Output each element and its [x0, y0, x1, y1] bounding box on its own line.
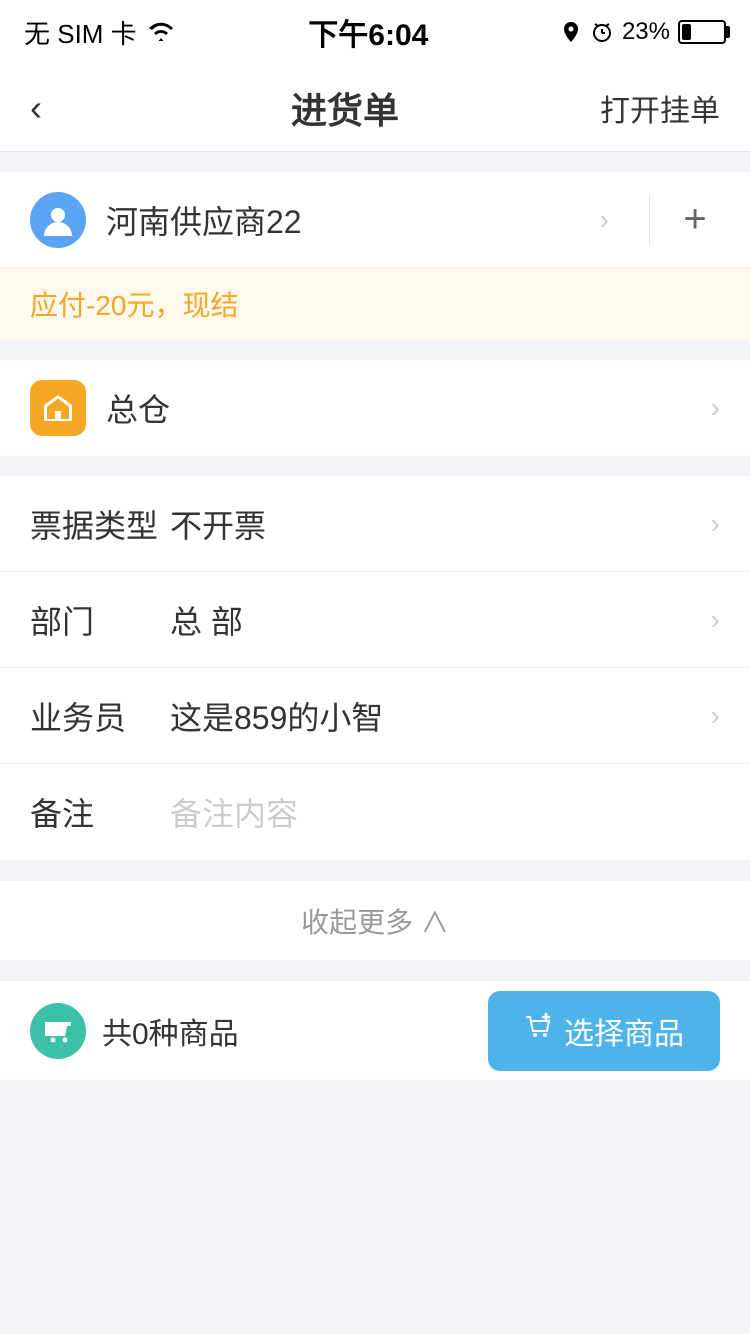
collapse-button[interactable]: 收起更多 ∧	[0, 880, 750, 960]
supplier-chevron: ›	[600, 204, 609, 236]
warehouse-row[interactable]: 总仓 ›	[0, 360, 750, 456]
section-gap-1	[0, 152, 750, 172]
battery-icon	[678, 20, 726, 44]
select-product-label: 选择商品	[564, 1009, 684, 1053]
house-icon	[41, 391, 75, 425]
warehouse-name: 总仓	[106, 385, 711, 431]
notice-text: 应付-20元，现结	[30, 290, 238, 321]
warehouse-chevron: ›	[711, 392, 720, 424]
person-icon	[40, 202, 76, 238]
warehouse-section: 总仓 ›	[0, 360, 750, 456]
open-pending-button[interactable]: 打开挂单	[600, 86, 720, 130]
department-label: 部门	[30, 597, 160, 643]
add-button[interactable]: +	[670, 197, 720, 242]
supplier-row[interactable]: 河南供应商22 › +	[0, 172, 750, 268]
status-time: 下午6:04	[308, 10, 428, 54]
page-content: 河南供应商22 › + 应付-20元，现结 总仓 › 票据类型 不开票 ›	[0, 152, 750, 1314]
supplier-section: 河南供应商22 › + 应付-20元，现结	[0, 172, 750, 340]
salesperson-value: 这是859的小智	[160, 693, 711, 739]
sim-status: 无 SIM 卡	[24, 14, 137, 51]
select-cart-icon	[524, 1012, 554, 1049]
cart-plus-icon	[524, 1012, 554, 1042]
collapse-label: 收起更多 ∧	[301, 901, 449, 941]
status-right: 23%	[560, 18, 726, 46]
back-button[interactable]: ‹	[30, 87, 90, 129]
nav-bar: ‹ 进货单 打开挂单	[0, 64, 750, 152]
location-icon	[560, 20, 582, 44]
status-bar: 无 SIM 卡 下午6:04 23%	[0, 0, 750, 64]
battery-percent: 23%	[622, 18, 670, 46]
remark-label: 备注	[30, 789, 160, 835]
select-product-button[interactable]: 选择商品	[488, 991, 720, 1071]
page-title: 进货单	[291, 82, 399, 134]
department-chevron: ›	[711, 604, 720, 636]
salesperson-label: 业务员	[30, 693, 160, 739]
bottom-bar: 共0种商品 选择商品	[0, 980, 750, 1080]
wifi-icon	[145, 20, 177, 44]
status-left: 无 SIM 卡	[24, 14, 177, 51]
alarm-icon	[590, 20, 614, 44]
warehouse-icon	[30, 380, 86, 436]
cart-icon	[41, 1014, 75, 1048]
invoice-type-row[interactable]: 票据类型 不开票 ›	[0, 476, 750, 572]
divider	[649, 195, 650, 245]
remark-row[interactable]: 备注 备注内容	[0, 764, 750, 860]
product-icon	[30, 1003, 86, 1059]
salesperson-row[interactable]: 业务员 这是859的小智 ›	[0, 668, 750, 764]
supplier-name: 河南供应商22	[106, 197, 600, 243]
remark-value[interactable]: 备注内容	[160, 789, 720, 835]
form-section: 票据类型 不开票 › 部门 总 部 › 业务员 这是859的小智 › 备注 备注…	[0, 476, 750, 860]
invoice-type-chevron: ›	[711, 508, 720, 540]
salesperson-chevron: ›	[711, 700, 720, 732]
invoice-type-label: 票据类型	[30, 501, 160, 547]
product-count: 共0种商品	[102, 1009, 488, 1053]
department-value: 总 部	[160, 597, 711, 643]
notice-bar: 应付-20元，现结	[0, 268, 750, 340]
department-row[interactable]: 部门 总 部 ›	[0, 572, 750, 668]
supplier-avatar	[30, 192, 86, 248]
invoice-type-value: 不开票	[160, 501, 711, 547]
